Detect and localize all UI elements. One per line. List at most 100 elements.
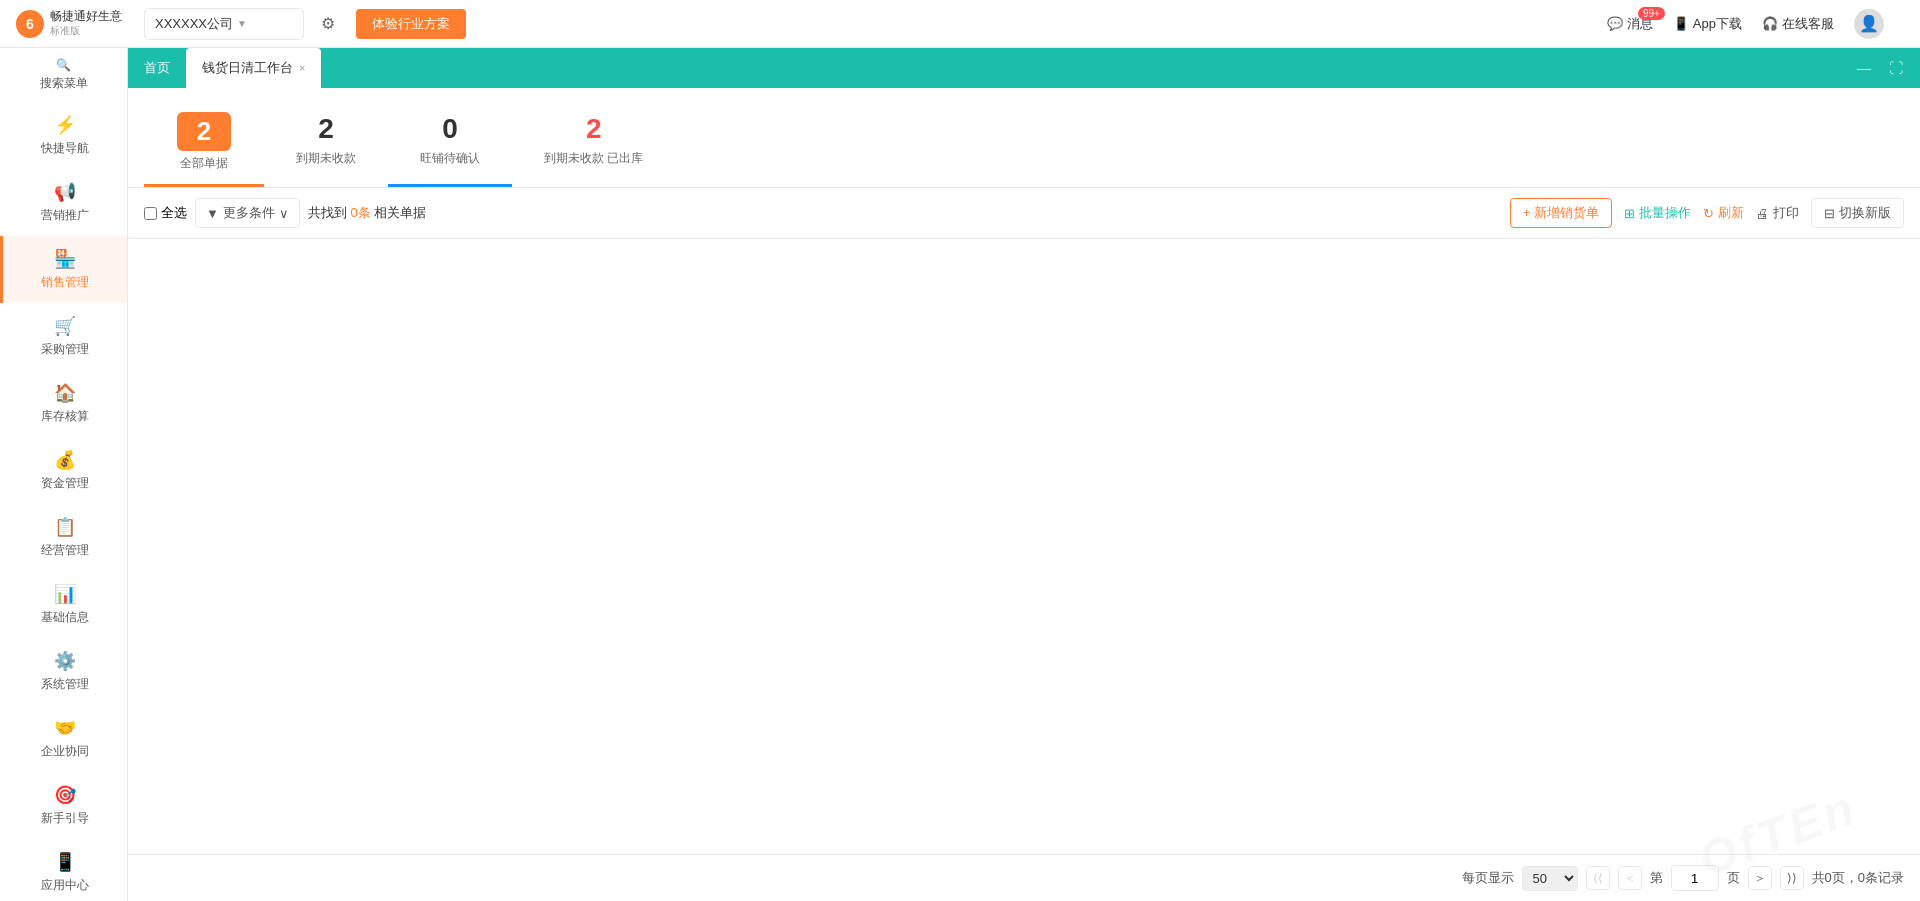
message-button[interactable]: 💬 消息 99+ <box>1607 15 1653 33</box>
quick-nav-icon: ⚡ <box>54 114 76 136</box>
filter-label: 更多条件 <box>223 204 275 222</box>
page-number-input[interactable] <box>1671 865 1719 891</box>
tab-bar-actions: — ⛶ <box>1852 56 1920 80</box>
tab-workbench-label: 钱货日清工作台 <box>202 59 293 77</box>
add-sales-order-button[interactable]: + 新增销货单 <box>1510 198 1612 228</box>
sidebar-item-label: 应用中心 <box>41 877 89 894</box>
switch-version-button[interactable]: ⊟ 切换新版 <box>1811 198 1904 228</box>
logo-area: 6 畅捷通好生意 标准版 <box>16 9 144 39</box>
batch-icon: ⊞ <box>1624 206 1635 221</box>
app-download-label: App下载 <box>1693 15 1742 33</box>
switch-icon: ⊟ <box>1824 206 1835 221</box>
tab-minimize-button[interactable]: — <box>1852 56 1876 80</box>
online-service-label: 在线客服 <box>1782 15 1834 33</box>
sidebar-item-label: 营销推广 <box>41 207 89 224</box>
last-page-button[interactable]: ⟩⟩ <box>1780 866 1804 890</box>
per-page-select[interactable]: 50 20 100 <box>1522 866 1578 891</box>
print-icon: 🖨 <box>1756 206 1769 221</box>
logo-badge: 标准版 <box>50 24 122 38</box>
logo-icon: 6 <box>16 10 44 38</box>
print-label: 打印 <box>1773 204 1799 222</box>
select-all-input[interactable] <box>144 207 157 220</box>
sidebar-item-label: 基础信息 <box>41 609 89 626</box>
sidebar-item-finance[interactable]: 💰 资金管理 <box>0 437 127 504</box>
basic-info-icon: 📊 <box>54 583 76 605</box>
table-area <box>128 239 1920 854</box>
stat-tab-overdue[interactable]: 2 到期未收款 <box>264 104 388 187</box>
stat-tab-all[interactable]: 2 全部单据 <box>144 104 264 187</box>
tab-home-label: 首页 <box>144 59 170 77</box>
sidebar: 🔍 搜索菜单 ⚡ 快捷导航 📢 营销推广 🏪 销售管理 🛒 采购管理 🏠 库存核… <box>0 48 128 901</box>
sales-icon: 🏪 <box>54 248 76 270</box>
stat-all-label: 全部单据 <box>180 155 228 172</box>
stat-overdue-out-number: 2 <box>586 112 602 146</box>
sidebar-item-operation[interactable]: 📋 经营管理 <box>0 504 127 571</box>
sidebar-item-sales[interactable]: 🏪 销售管理 <box>0 236 127 303</box>
toolbar-right: + 新增销货单 ⊞ 批量操作 ↻ 刷新 🖨 打印 ⊟ <box>1510 198 1904 228</box>
refresh-icon: ↻ <box>1703 206 1714 221</box>
select-all-checkbox[interactable]: 全选 <box>144 204 187 222</box>
filter-icon: ▼ <box>206 206 219 221</box>
filter-button[interactable]: ▼ 更多条件 ∨ <box>195 198 300 228</box>
sidebar-item-quick-nav[interactable]: ⚡ 快捷导航 <box>0 102 127 169</box>
switch-label: 切换新版 <box>1839 204 1891 222</box>
sidebar-item-cooperation[interactable]: 🤝 企业协同 <box>0 705 127 772</box>
total-text: 共0页，0条记录 <box>1812 869 1904 887</box>
sidebar-item-system[interactable]: ⚙️ 系统管理 <box>0 638 127 705</box>
logo-title: 畅捷通好生意 <box>50 9 122 25</box>
result-prefix: 共找到 <box>308 205 347 220</box>
sidebar-item-label: 企业协同 <box>41 743 89 760</box>
sidebar-search-btn[interactable]: 🔍 搜索菜单 <box>0 48 127 102</box>
next-page-button[interactable]: ＞ <box>1748 866 1772 890</box>
tab-workbench[interactable]: 钱货日清工作台 × <box>186 48 321 88</box>
stat-pending-label: 旺铺待确认 <box>420 150 480 167</box>
prev-page-button[interactable]: ＜ <box>1618 866 1642 890</box>
batch-operation-button[interactable]: ⊞ 批量操作 <box>1624 204 1691 222</box>
sidebar-item-inventory[interactable]: 🏠 库存核算 <box>0 370 127 437</box>
company-selector[interactable]: XXXXXX公司 ▼ <box>144 8 304 40</box>
stat-all-number: 2 <box>197 116 211 146</box>
try-industry-button[interactable]: 体验行业方案 <box>356 9 466 39</box>
top-header: 6 畅捷通好生意 标准版 XXXXXX公司 ▼ ⚙ 体验行业方案 💬 消息 99… <box>0 0 1920 48</box>
sidebar-item-marketing[interactable]: 📢 营销推广 <box>0 169 127 236</box>
sidebar-item-label: 采购管理 <box>41 341 89 358</box>
settings-button[interactable]: ⚙ <box>312 8 344 40</box>
pagination: 每页显示 50 20 100 ⟨⟨ ＜ 第 页 ＞ ⟩⟩ 共0页，0条记录 <box>128 854 1920 901</box>
result-count: 0条 <box>351 205 371 220</box>
tab-maximize-button[interactable]: ⛶ <box>1884 56 1908 80</box>
finance-icon: 💰 <box>54 449 76 471</box>
sidebar-item-guide[interactable]: 🎯 新手引导 <box>0 772 127 839</box>
sidebar-item-purchase[interactable]: 🛒 采购管理 <box>0 303 127 370</box>
avatar[interactable]: 👤 <box>1854 9 1884 39</box>
stat-overdue-label: 到期未收款 <box>296 150 356 167</box>
page-label: 第 <box>1650 869 1663 887</box>
sidebar-item-label: 系统管理 <box>41 676 89 693</box>
purchase-icon: 🛒 <box>54 315 76 337</box>
operation-icon: 📋 <box>54 516 76 538</box>
sidebar-item-basic-info[interactable]: 📊 基础信息 <box>0 571 127 638</box>
sidebar-item-label: 经营管理 <box>41 542 89 559</box>
page-content: 2 全部单据 2 到期未收款 0 旺铺待确认 2 到期未收款 已出库 <box>128 88 1920 901</box>
online-service-button[interactable]: 🎧 在线客服 <box>1762 15 1834 33</box>
batch-label: 批量操作 <box>1639 204 1691 222</box>
first-page-button[interactable]: ⟨⟨ <box>1586 866 1610 890</box>
per-page-label: 每页显示 <box>1462 869 1514 887</box>
sidebar-item-label: 库存核算 <box>41 408 89 425</box>
stats-tabs: 2 全部单据 2 到期未收款 0 旺铺待确认 2 到期未收款 已出库 <box>128 88 1920 188</box>
filter-dropdown-icon: ∨ <box>279 206 289 221</box>
tab-close-icon[interactable]: × <box>299 62 305 74</box>
tab-home[interactable]: 首页 <box>128 48 186 88</box>
sidebar-item-label: 新手引导 <box>41 810 89 827</box>
stat-tab-overdue-out[interactable]: 2 到期未收款 已出库 <box>512 104 675 187</box>
stat-overdue-number: 2 <box>318 112 334 146</box>
refresh-button[interactable]: ↻ 刷新 <box>1703 204 1744 222</box>
stat-tab-pending[interactable]: 0 旺铺待确认 <box>388 104 512 187</box>
page-label-2: 页 <box>1727 869 1740 887</box>
cooperation-icon: 🤝 <box>54 717 76 739</box>
message-icon: 💬 <box>1607 16 1623 31</box>
avatar-icon: 👤 <box>1859 14 1879 33</box>
app-download-button[interactable]: 📱 App下载 <box>1673 15 1742 33</box>
sidebar-item-app-center[interactable]: 📱 应用中心 <box>0 839 127 901</box>
print-button[interactable]: 🖨 打印 <box>1756 204 1799 222</box>
sidebar-item-label: 销售管理 <box>41 274 89 291</box>
